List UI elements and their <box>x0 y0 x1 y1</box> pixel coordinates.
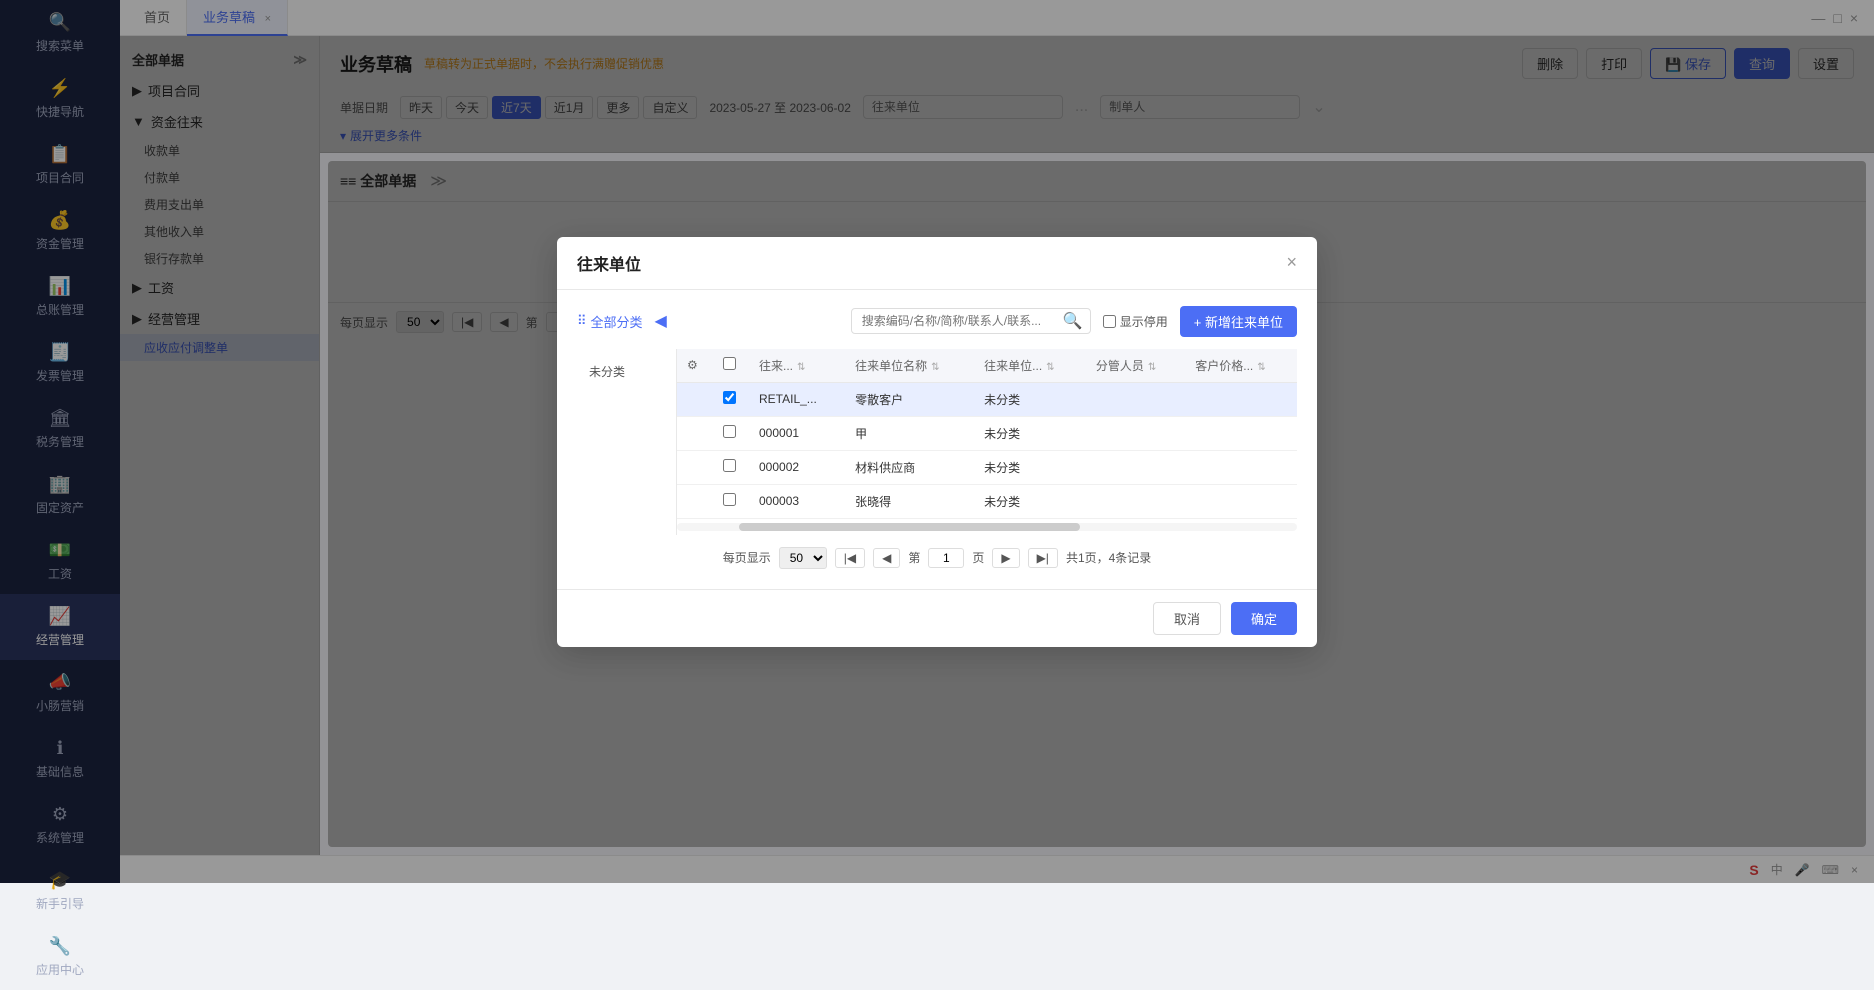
row-checkbox[interactable] <box>713 382 749 416</box>
row-settings <box>677 382 713 416</box>
dialog-page-input[interactable] <box>928 548 964 568</box>
col-checkbox[interactable] <box>713 349 749 383</box>
table-scrollbar[interactable] <box>677 523 1297 531</box>
dialog-page-last[interactable]: ▶| <box>1028 548 1058 568</box>
table-row[interactable]: 000003 张晓得 未分类 <box>677 484 1297 518</box>
dialog-body: ⠿ 全部分类 ◀ 🔍 显示停用 + 新增往来单位 <box>557 290 1317 589</box>
row-select-4[interactable] <box>723 493 736 506</box>
modal-overlay: 往来单位 × ⠿ 全部分类 ◀ 🔍 <box>0 0 1874 883</box>
cancel-button[interactable]: 取消 <box>1153 602 1221 635</box>
col-name: 往来单位名称⇅ <box>845 349 974 383</box>
row-price <box>1185 484 1297 518</box>
grid-icon: ⠿ <box>577 313 587 329</box>
row-category: 未分类 <box>974 450 1086 484</box>
dialog-footer: 取消 确定 <box>557 589 1317 647</box>
dialog-pagination: 每页显示 50 |◀ ◀ 第 页 ▶ ▶| 共1页，4条记录 <box>577 535 1297 573</box>
dialog-header: 往来单位 × <box>557 237 1317 290</box>
dialog-per-page-select[interactable]: 50 <box>779 547 827 569</box>
row-manager <box>1086 484 1185 518</box>
row-settings <box>677 416 713 450</box>
search-wrap: 🔍 <box>851 308 1091 334</box>
dialog-title: 往来单位 <box>577 251 641 275</box>
row-manager <box>1086 416 1185 450</box>
row-settings <box>677 450 713 484</box>
all-category-label: ⠿ 全部分类 <box>577 312 643 331</box>
col-settings[interactable]: ⚙ <box>677 349 713 383</box>
row-category: 未分类 <box>974 382 1086 416</box>
dialog-page-prev[interactable]: ◀ <box>873 548 900 568</box>
page-label: 第 <box>908 549 920 566</box>
table-row[interactable]: 000002 材料供应商 未分类 <box>677 450 1297 484</box>
row-price <box>1185 382 1297 416</box>
select-all-checkbox[interactable] <box>723 357 736 370</box>
row-name: 甲 <box>845 416 974 450</box>
row-code: RETAIL_... <box>749 382 845 416</box>
scrollbar-thumb <box>739 523 1080 531</box>
col-category: 往来单位...⇅ <box>974 349 1086 383</box>
dialog-toolbar: ⠿ 全部分类 ◀ 🔍 显示停用 + 新增往来单位 <box>577 306 1297 337</box>
per-page-label: 每页显示 <box>723 549 771 566</box>
row-checkbox[interactable] <box>713 484 749 518</box>
confirm-button[interactable]: 确定 <box>1231 602 1297 635</box>
row-settings <box>677 484 713 518</box>
table-row[interactable]: RETAIL_... 零散客户 未分类 <box>677 382 1297 416</box>
category-panel: 未分类 <box>577 349 677 535</box>
show-disabled-label[interactable]: 显示停用 <box>1103 313 1168 330</box>
row-checkbox[interactable] <box>713 450 749 484</box>
dialog-content: 未分类 ⚙ 往来...⇅ 往来单位名称⇅ 往来单位...⇅ <box>577 349 1297 535</box>
show-disabled-checkbox[interactable] <box>1103 315 1116 328</box>
row-code: 000003 <box>749 484 845 518</box>
row-name: 零散客户 <box>845 382 974 416</box>
total-records: 共1页，4条记录 <box>1066 549 1151 566</box>
row-select-2[interactable] <box>723 425 736 438</box>
row-select-3[interactable] <box>723 459 736 472</box>
row-checkbox[interactable] <box>713 416 749 450</box>
dialog-right-toolbar: 🔍 显示停用 + 新增往来单位 <box>851 306 1297 337</box>
party-table: ⚙ 往来...⇅ 往来单位名称⇅ 往来单位...⇅ 分管人员⇅ 客户价格...⇅ <box>677 349 1297 519</box>
dialog-close-button[interactable]: × <box>1286 252 1297 273</box>
row-price <box>1185 450 1297 484</box>
search-icon[interactable]: 🔍 <box>1063 311 1083 331</box>
row-code: 000002 <box>749 450 845 484</box>
row-name: 张晓得 <box>845 484 974 518</box>
row-manager <box>1086 382 1185 416</box>
row-select-1[interactable] <box>723 391 736 404</box>
row-name: 材料供应商 <box>845 450 974 484</box>
col-code: 往来...⇅ <box>749 349 845 383</box>
row-category: 未分类 <box>974 484 1086 518</box>
sidebar-item-label: 新手引导 <box>36 895 84 912</box>
sidebar-item-appstore[interactable]: 🔧 应用中心 <box>0 924 120 990</box>
add-new-party-button[interactable]: + 新增往来单位 <box>1180 306 1297 337</box>
page-unit: 页 <box>972 549 984 566</box>
row-code: 000001 <box>749 416 845 450</box>
dialog-page-next[interactable]: ▶ <box>992 548 1019 568</box>
party-search-input[interactable] <box>851 308 1091 334</box>
row-price <box>1185 416 1297 450</box>
col-manager: 分管人员⇅ <box>1086 349 1185 383</box>
appstore-icon: 🔧 <box>49 936 71 957</box>
party-table-wrap: ⚙ 往来...⇅ 往来单位名称⇅ 往来单位...⇅ 分管人员⇅ 客户价格...⇅ <box>677 349 1297 535</box>
row-category: 未分类 <box>974 416 1086 450</box>
dialog-page-first[interactable]: |◀ <box>835 548 865 568</box>
col-price: 客户价格...⇅ <box>1185 349 1297 383</box>
party-dialog: 往来单位 × ⠿ 全部分类 ◀ 🔍 <box>557 237 1317 647</box>
collapse-category-icon[interactable]: ◀ <box>655 311 667 331</box>
dialog-left: ⠿ 全部分类 ◀ <box>577 311 667 331</box>
cat-item-uncategorized[interactable]: 未分类 <box>577 357 676 386</box>
row-manager <box>1086 450 1185 484</box>
sidebar-item-label: 应用中心 <box>36 961 84 978</box>
table-row[interactable]: 000001 甲 未分类 <box>677 416 1297 450</box>
